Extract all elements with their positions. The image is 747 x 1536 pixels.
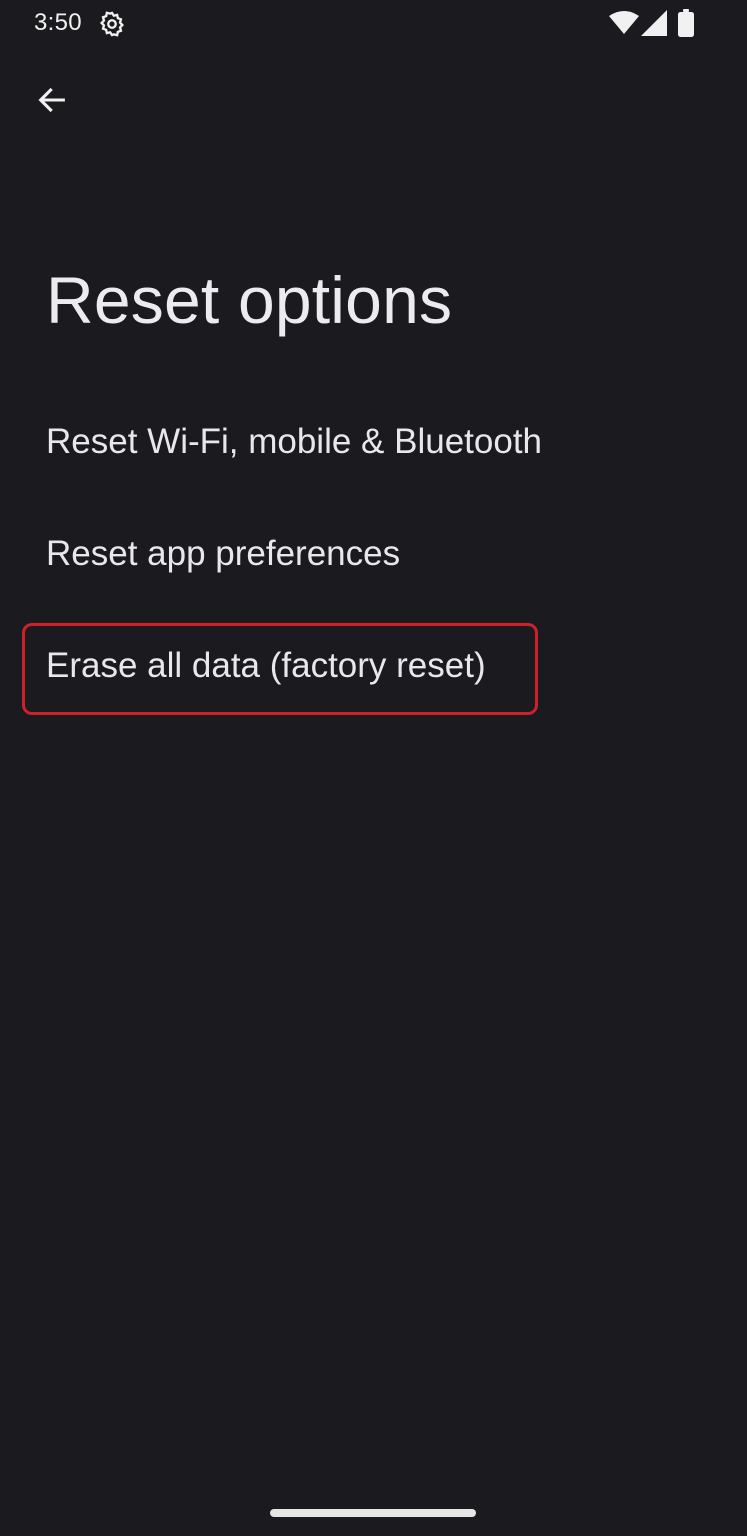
page-title: Reset options (46, 263, 453, 337)
status-bar: 3:50 (0, 0, 747, 48)
battery-icon (678, 9, 694, 37)
option-erase-all-data[interactable]: Erase all data (factory reset) (46, 646, 486, 686)
wifi-icon (609, 10, 639, 36)
arrow-left-icon (38, 87, 65, 113)
home-indicator[interactable] (270, 1509, 476, 1517)
settings-icon (98, 10, 126, 38)
option-reset-network[interactable]: Reset Wi-Fi, mobile & Bluetooth (46, 422, 542, 462)
option-reset-app-preferences[interactable]: Reset app preferences (46, 534, 400, 574)
back-button[interactable] (26, 74, 78, 126)
status-time: 3:50 (34, 9, 82, 36)
signal-icon (641, 10, 667, 36)
